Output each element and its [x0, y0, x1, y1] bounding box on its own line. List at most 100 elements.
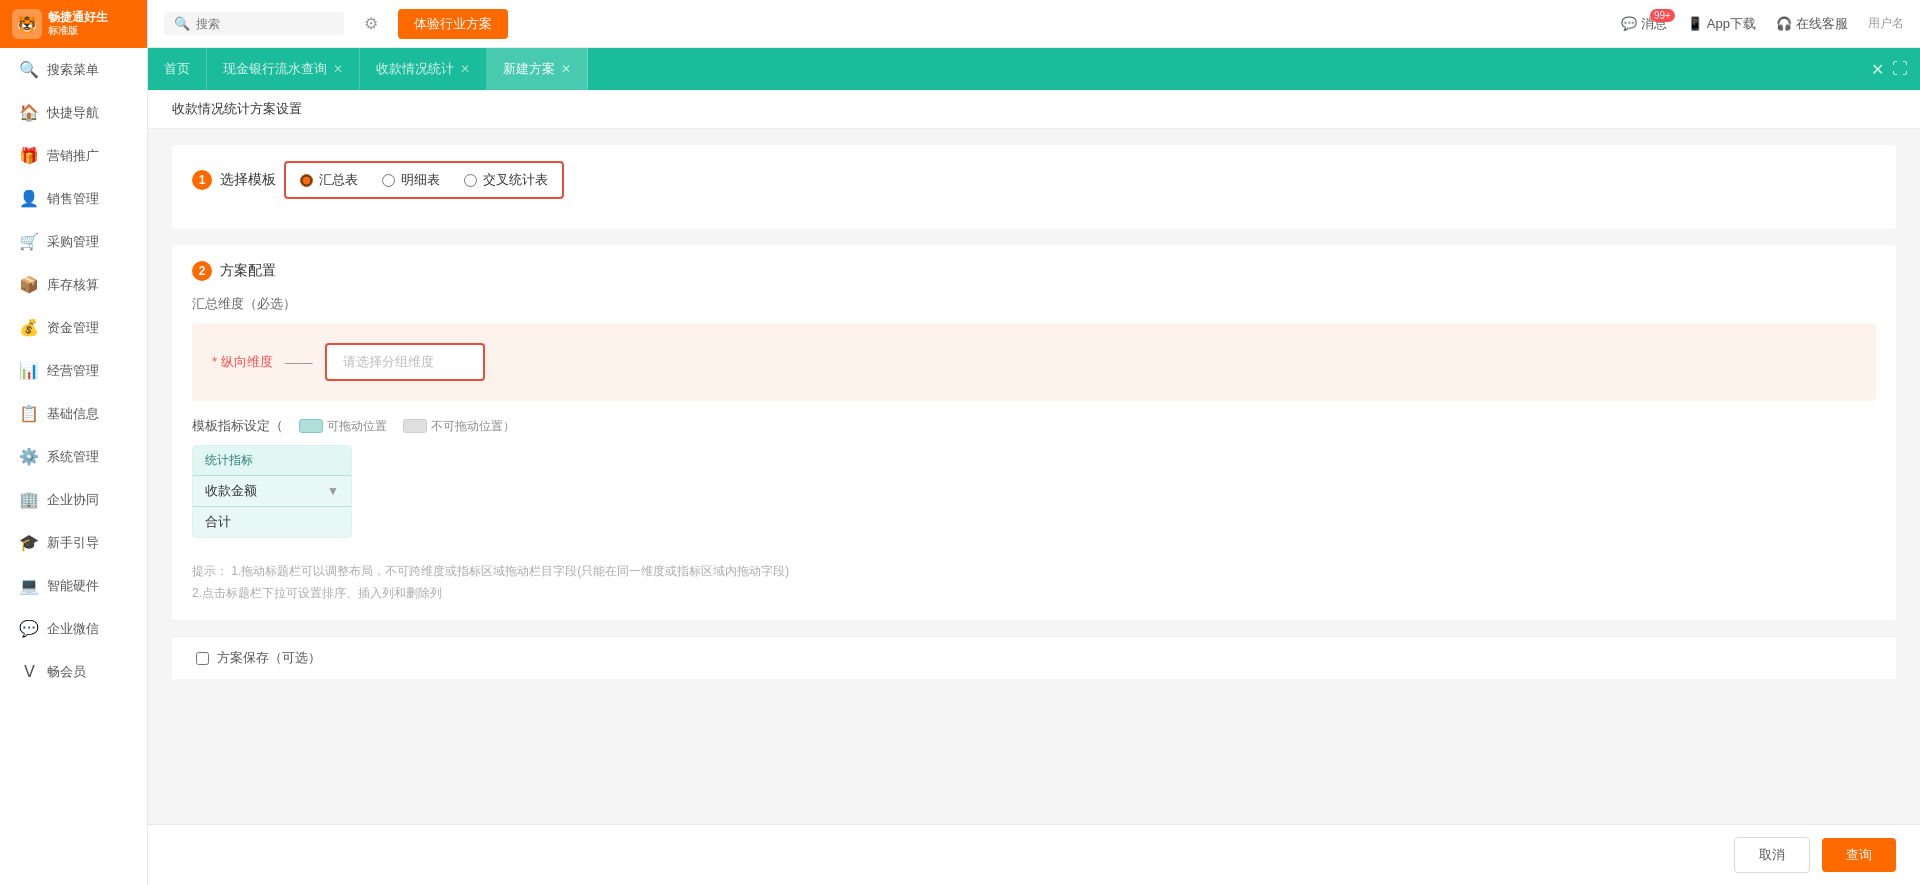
radio-summary[interactable]: 汇总表 [300, 171, 358, 189]
radio-summary-label: 汇总表 [319, 171, 358, 189]
sidebar: 🐯 畅捷通好生 标准版 🔍搜索菜单 🏠 快捷导航 🎁营销推广 👤 销售管理 🛒采购管理📦库存… [0, 0, 148, 885]
sidebar-item-search-menu[interactable]: 🔍搜索菜单 [0, 48, 147, 91]
messages-btn[interactable]: 💬 消息 99+ [1621, 15, 1667, 33]
gear-icon[interactable]: ⚙ [364, 14, 378, 33]
dimension-area: 纵向维度 —— 请选择分组维度 [192, 323, 1876, 401]
sidebar-item-smart-hw[interactable]: 💻智能硬件 [0, 564, 147, 607]
marketing-icon: 🎁 [19, 146, 39, 165]
tab-home[interactable]: 首页 [148, 48, 207, 90]
chevron-down-icon[interactable]: ▼ [327, 484, 339, 498]
quick-nav-icon: 🏠 [19, 103, 39, 122]
download-icon: 📱 [1687, 16, 1703, 31]
tab-new-plan-label: 新建方案 [503, 60, 555, 78]
sales-icon: 👤 [19, 189, 39, 208]
cancel-button[interactable]: 取消 [1734, 837, 1810, 873]
finance-label: 资金管理 [47, 319, 99, 337]
page-content: 收款情况统计方案设置 1 选择模板 汇总表 明细表 [148, 90, 1920, 885]
radio-detail-input[interactable] [382, 174, 395, 187]
vertical-label: 纵向维度 [212, 353, 273, 371]
members-label: 畅会员 [47, 663, 86, 681]
sidebar-item-system[interactable]: ⚙️系统管理 [0, 435, 147, 478]
corp-wechat-label: 企业微信 [47, 620, 99, 638]
service-icon: 🎧 [1776, 16, 1792, 31]
radio-cross-label: 交叉统计表 [483, 171, 548, 189]
footer-actions: 取消 查询 [148, 824, 1920, 885]
online-service-btn[interactable]: 🎧 在线客服 [1776, 15, 1848, 33]
sidebar-item-corp-wechat[interactable]: 💬企业微信 [0, 607, 147, 650]
search-icon: 🔍 [174, 16, 190, 31]
tabbar-actions: ✕ ⛶ [1859, 60, 1920, 79]
tip-2: 2.点击标题栏下拉可设置排序、插入列和删除列 [192, 583, 1876, 605]
tab-new-plan[interactable]: 新建方案 ✕ [487, 48, 588, 90]
tab-collection-stats[interactable]: 收款情况统计✕ [360, 48, 487, 90]
sidebar-item-inventory[interactable]: 📦库存核算 [0, 263, 147, 306]
main-area: 🔍 ⚙ 体验行业方案 💬 消息 99+ 📱 App下载 🎧 在线客服 用户名 首… [148, 0, 1920, 885]
arrow-icon: —— [285, 354, 313, 370]
save-label: 方案保存（可选） [217, 649, 321, 667]
dimension-row: 纵向维度 —— 请选择分组维度 [212, 343, 1856, 381]
search-bar[interactable]: 🔍 [164, 12, 344, 35]
radio-cross-input[interactable] [464, 174, 477, 187]
app-logo: 🐯 畅捷通好生 标准版 [0, 0, 147, 48]
logo-name: 畅捷通好生 [48, 10, 108, 24]
sidebar-item-corp-collab[interactable]: 🏢企业协同 [0, 478, 147, 521]
online-service-label: 在线客服 [1796, 15, 1848, 33]
save-checkbox[interactable] [196, 652, 209, 665]
tab-cash-bank[interactable]: 现金银行流水查询 ✕ [207, 48, 360, 90]
sidebar-item-members[interactable]: Ⅴ 畅会员 [0, 650, 147, 693]
logo-sub: 标准版 [48, 24, 108, 38]
industry-btn[interactable]: 体验行业方案 [398, 9, 508, 39]
sidebar-item-marketing[interactable]: 🎁营销推广 [0, 134, 147, 177]
sidebar-nav: 🔍搜索菜单 🏠 快捷导航 🎁营销推广 👤 销售管理 🛒采购管理📦库存核算 💰 资金管理 📊经营管理… [0, 48, 147, 885]
legend-nodrag-box [403, 419, 427, 433]
query-button[interactable]: 查询 [1822, 838, 1896, 872]
basic-info-icon: 📋 [19, 404, 39, 423]
user-name: 用户名 [1868, 15, 1904, 32]
dimension-selector[interactable]: 请选择分组维度 [325, 343, 485, 381]
tab-cash-bank-label: 现金银行流水查询 [223, 60, 327, 78]
tab-new-plan-close[interactable]: ✕ [561, 62, 571, 76]
logo-icon: 🐯 [12, 9, 42, 39]
members-icon: Ⅴ [19, 662, 39, 681]
fullscreen-icon[interactable]: ⛶ [1892, 60, 1908, 78]
sidebar-item-purchase[interactable]: 🛒采购管理 [0, 220, 147, 263]
system-label: 系统管理 [47, 448, 99, 466]
config-section: 汇总维度（必选） 纵向维度 —— 请选择分组维度 模板指标设定（ [192, 295, 1876, 604]
finance-icon: 💰 [19, 318, 39, 337]
radio-summary-input[interactable] [300, 174, 313, 187]
step1-title: 选择模板 [220, 171, 276, 189]
beginner-icon: 🎓 [19, 533, 39, 552]
tab-cash-bank-close[interactable]: ✕ [333, 62, 343, 76]
inventory-label: 库存核算 [47, 276, 99, 294]
dimension-section-label: 汇总维度（必选） [192, 295, 1876, 313]
sidebar-item-quick-nav[interactable]: 🏠 快捷导航 [0, 91, 147, 134]
tip-1: 提示： 1.拖动标题栏可以调整布局，不可跨维度或指标区域拖动栏目字段(只能在同一… [192, 561, 1876, 583]
messages-badge: 99+ [1650, 9, 1675, 22]
sidebar-item-sales[interactable]: 👤 销售管理 [0, 177, 147, 220]
step2-num: 2 [192, 261, 212, 281]
metrics-item-label: 收款金额 [205, 482, 257, 500]
radio-detail[interactable]: 明细表 [382, 171, 440, 189]
app-download-label: App下载 [1707, 15, 1756, 33]
metrics-header-row: 模板指标设定（ 可拖动位置 不可拖动位置） [192, 417, 1876, 435]
quick-nav-label: 快捷导航 [47, 104, 99, 122]
legend-nodrag-label: 不可拖动位置） [431, 418, 515, 435]
page-body: 1 选择模板 汇总表 明细表 交叉统计表 [148, 129, 1920, 824]
purchase-icon: 🛒 [19, 232, 39, 251]
search-input[interactable] [196, 17, 326, 31]
sidebar-item-finance[interactable]: 💰 资金管理 [0, 306, 147, 349]
sidebar-item-operations[interactable]: 📊经营管理 [0, 349, 147, 392]
search-menu-icon: 🔍 [19, 60, 39, 79]
app-download-btn[interactable]: 📱 App下载 [1687, 15, 1756, 33]
legend-draggable: 可拖动位置 [299, 418, 387, 435]
sales-label: 销售管理 [47, 190, 99, 208]
step2-title: 方案配置 [220, 262, 276, 280]
sidebar-item-basic-info[interactable]: 📋基础信息 [0, 392, 147, 435]
save-section: 方案保存（可选） [172, 636, 1896, 679]
tabbar: 首页现金银行流水查询✕收款情况统计✕新建方案✕ ✕ ⛶ [148, 48, 1920, 90]
sidebar-item-beginner[interactable]: 🎓新手引导 [0, 521, 147, 564]
close-all-icon[interactable]: ✕ [1871, 60, 1884, 79]
tab-collection-stats-close[interactable]: ✕ [460, 62, 470, 76]
radio-cross[interactable]: 交叉统计表 [464, 171, 548, 189]
topbar-right: 💬 消息 99+ 📱 App下载 🎧 在线客服 用户名 [1621, 15, 1904, 33]
